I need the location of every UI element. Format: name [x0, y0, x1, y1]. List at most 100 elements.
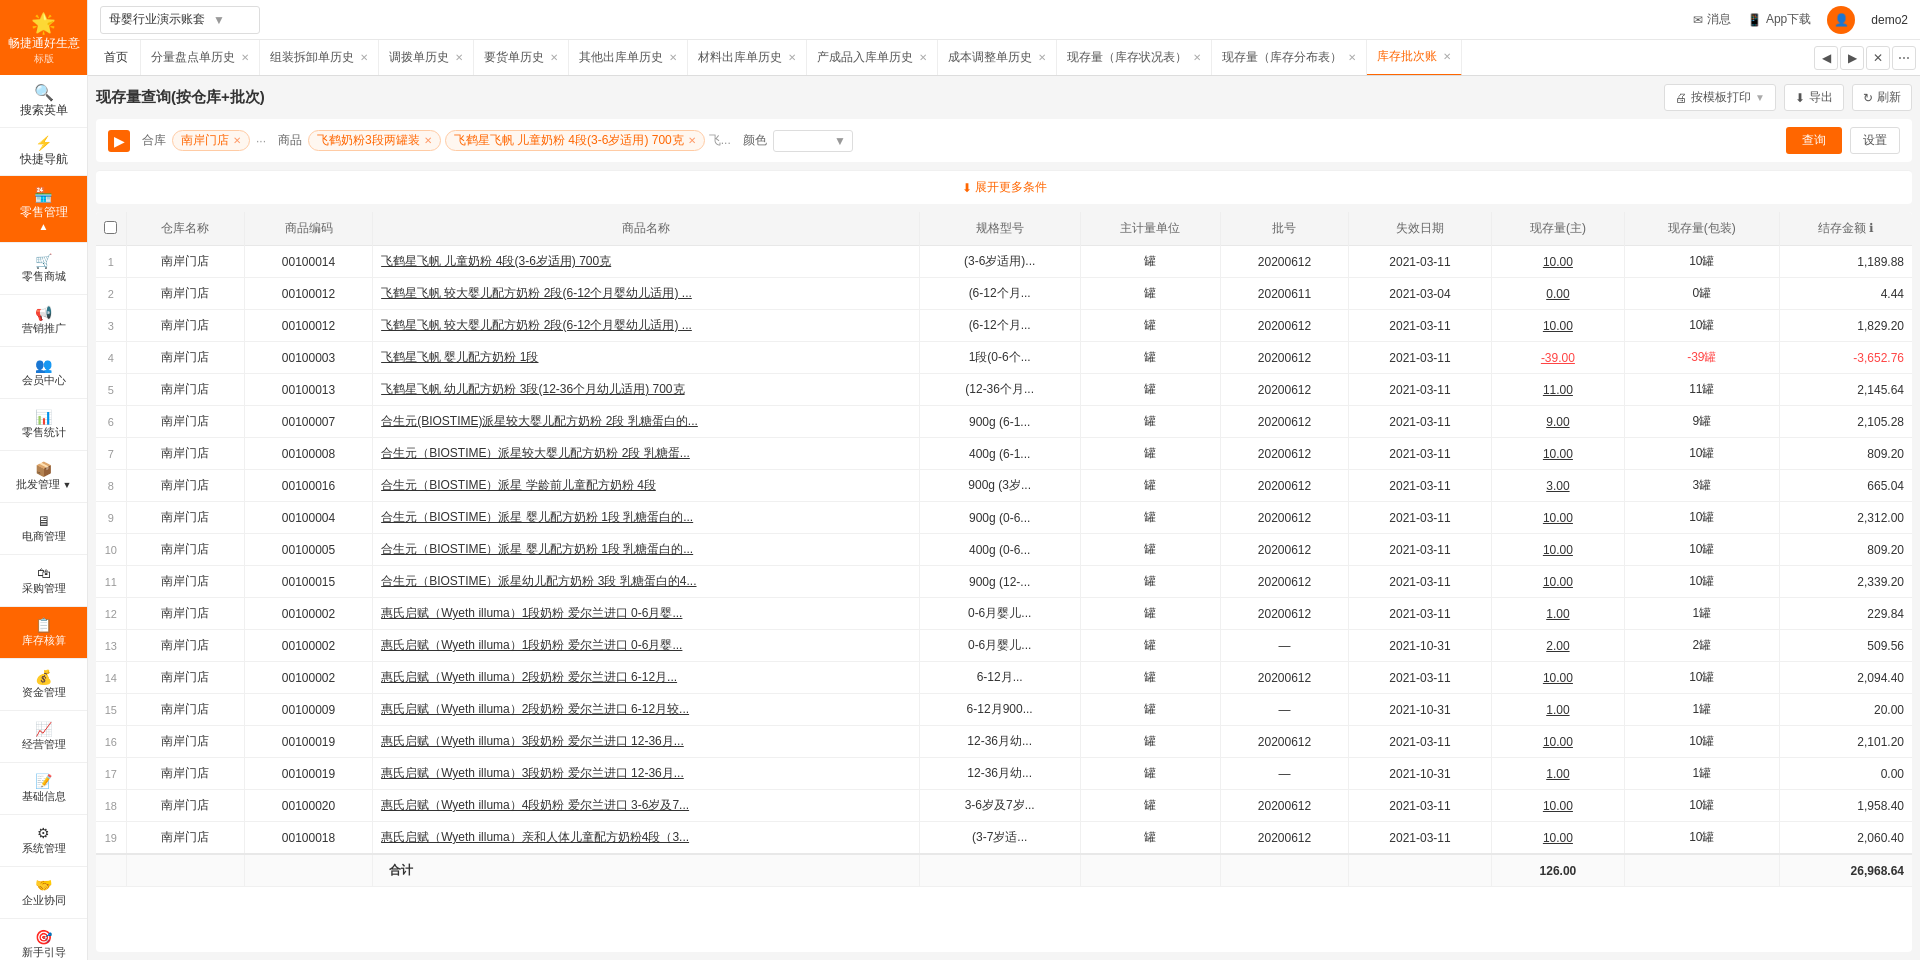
sidebar-item-inventory[interactable]: 📋库存核算: [0, 607, 87, 659]
tab-chengben[interactable]: 成本调整单历史 ✕: [938, 40, 1057, 76]
sidebar-item-basic[interactable]: 📝基础信息: [0, 763, 87, 815]
tab-close-fenpan[interactable]: ✕: [241, 52, 249, 63]
tab-close-chengben[interactable]: ✕: [1038, 52, 1046, 63]
td-qty-main[interactable]: 2.00: [1491, 630, 1624, 662]
tab-home[interactable]: 首页: [92, 40, 141, 76]
product-tag-1[interactable]: 飞鹤星飞帆 儿童奶粉 4段(3-6岁适用) 700克 ✕: [445, 130, 705, 151]
tab-close-xianzai1[interactable]: ✕: [1193, 52, 1201, 63]
th-checkbox[interactable]: [96, 212, 126, 246]
tab-close-cailiao[interactable]: ✕: [788, 52, 796, 63]
sidebar-item-search[interactable]: 🔍 搜索英单: [0, 75, 87, 128]
td-qty-main[interactable]: 10.00: [1491, 246, 1624, 278]
warehouse-more-icon[interactable]: ···: [256, 134, 266, 148]
tab-close-picci[interactable]: ✕: [1443, 51, 1451, 62]
td-name[interactable]: 惠氏启赋（Wyeth illuma）1段奶粉 爱尔兰进口 0-6月婴...: [373, 598, 920, 630]
td-qty-main[interactable]: -39.00: [1491, 342, 1624, 374]
sidebar-item-finance[interactable]: 💰资金管理: [0, 659, 87, 711]
tab-close-xianzai2[interactable]: ✕: [1348, 52, 1356, 63]
td-qty-main[interactable]: 10.00: [1491, 566, 1624, 598]
td-qty-main[interactable]: 1.00: [1491, 694, 1624, 726]
warehouse-tag-close-icon[interactable]: ✕: [233, 135, 241, 146]
expand-more-btn[interactable]: ⬇ 展开更多条件: [954, 175, 1055, 200]
td-name[interactable]: 惠氏启赋（Wyeth illuma）1段奶粉 爱尔兰进口 0-6月婴...: [373, 630, 920, 662]
sidebar-item-corp[interactable]: 🤝企业协同: [0, 867, 87, 919]
td-qty-main[interactable]: 10.00: [1491, 438, 1624, 470]
table-wrapper[interactable]: 仓库名称 商品编码 商品名称 规格型号 主计量单位 批号 失效日期 现存量(主)…: [96, 212, 1912, 952]
setting-btn[interactable]: 设置: [1850, 127, 1900, 154]
sidebar-item-retail-stat[interactable]: 📊零售统计: [0, 399, 87, 451]
tab-fenpan[interactable]: 分量盘点单历史 ✕: [141, 40, 260, 76]
td-qty-main[interactable]: 10.00: [1491, 534, 1624, 566]
sidebar-item-retail[interactable]: 🏪 零售管理 ▲: [0, 176, 87, 243]
tab-close-diaopao[interactable]: ✕: [455, 52, 463, 63]
td-qty-main[interactable]: 1.00: [1491, 598, 1624, 630]
sidebar-item-ecom[interactable]: 🖥电商管理: [0, 503, 87, 555]
user-avatar[interactable]: 👤: [1827, 6, 1855, 34]
tab-menu-btn[interactable]: ⋯: [1892, 46, 1916, 70]
sidebar-item-sys[interactable]: ⚙系统管理: [0, 815, 87, 867]
td-name[interactable]: 飞鹤星飞帆 较大婴儿配方奶粉 2段(6-12个月婴幼儿适用) ...: [373, 278, 920, 310]
sidebar-item-ops[interactable]: 📈经营管理: [0, 711, 87, 763]
message-btn[interactable]: ✉ 消息: [1693, 11, 1731, 28]
sidebar-item-marketing[interactable]: 📢营销推广: [0, 295, 87, 347]
td-name[interactable]: 合生元（BIOSTIME）派星幼儿配方奶粉 3段 乳糖蛋白的4...: [373, 566, 920, 598]
tab-next-btn[interactable]: ▶: [1840, 46, 1864, 70]
td-name[interactable]: 合生元（BIOSTIME）派星较大婴儿配方奶粉 2段 乳糖蛋...: [373, 438, 920, 470]
td-qty-main[interactable]: 3.00: [1491, 470, 1624, 502]
td-name[interactable]: 飞鹤星飞帆 幼儿配方奶粉 3段(12-36个月幼儿适用) 700克: [373, 374, 920, 406]
color-filter-select[interactable]: ▼: [773, 130, 853, 152]
account-dropdown[interactable]: 母婴行业演示账套 ▼: [100, 6, 260, 34]
sidebar-item-quick[interactable]: ⚡ 快捷导航: [0, 128, 87, 176]
tab-close-all-btn[interactable]: ✕: [1866, 46, 1890, 70]
sidebar-item-member[interactable]: 👥会员中心: [0, 347, 87, 399]
td-name[interactable]: 飞鹤星飞帆 儿童奶粉 4段(3-6岁适用) 700克: [373, 246, 920, 278]
tab-yaohuo[interactable]: 要货单历史 ✕: [474, 40, 569, 76]
print-btn[interactable]: 🖨 按模板打印 ▼: [1664, 84, 1776, 111]
td-qty-main[interactable]: 0.00: [1491, 278, 1624, 310]
td-qty-main[interactable]: 10.00: [1491, 502, 1624, 534]
product-tag-1-close-icon[interactable]: ✕: [688, 135, 696, 146]
tab-close-chanpin[interactable]: ✕: [919, 52, 927, 63]
td-qty-main[interactable]: 10.00: [1491, 662, 1624, 694]
export-btn[interactable]: ⬇ 导出: [1784, 84, 1844, 111]
sidebar-item-retail-shop[interactable]: 🛒零售商城: [0, 243, 87, 295]
td-name[interactable]: 飞鹤星飞帆 婴儿配方奶粉 1段: [373, 342, 920, 374]
tab-xianzai2[interactable]: 现存量（库存分布表） ✕: [1212, 40, 1367, 76]
tab-qita[interactable]: 其他出库单历史 ✕: [569, 40, 688, 76]
product-tag-0-close-icon[interactable]: ✕: [424, 135, 432, 146]
td-name[interactable]: 合生元（BIOSTIME）派星 婴儿配方奶粉 1段 乳糖蛋白的...: [373, 534, 920, 566]
warehouse-tag[interactable]: 南岸门店 ✕: [172, 130, 250, 151]
td-qty-main[interactable]: 10.00: [1491, 726, 1624, 758]
td-name[interactable]: 惠氏启赋（Wyeth illuma）亲和人体儿童配方奶粉4段（3...: [373, 822, 920, 855]
product-more[interactable]: 飞...: [709, 132, 731, 149]
filter-expand-icon-btn[interactable]: ▶: [108, 130, 130, 152]
tab-close-zuchaihe[interactable]: ✕: [360, 52, 368, 63]
td-name[interactable]: 惠氏启赋（Wyeth illuma）2段奶粉 爱尔兰进口 6-12月...: [373, 662, 920, 694]
sidebar-item-purchase[interactable]: 🛍采购管理: [0, 555, 87, 607]
refresh-btn[interactable]: ↻ 刷新: [1852, 84, 1912, 111]
sidebar-item-batch[interactable]: 📦批发管理 ▼: [0, 451, 87, 503]
tab-prev-btn[interactable]: ◀: [1814, 46, 1838, 70]
tab-diaopao[interactable]: 调拨单历史 ✕: [379, 40, 474, 76]
td-name[interactable]: 合生元（BIOSTIME）派星 学龄前儿童配方奶粉 4段: [373, 470, 920, 502]
td-qty-main[interactable]: 9.00: [1491, 406, 1624, 438]
tab-cailiao[interactable]: 材料出库单历史 ✕: [688, 40, 807, 76]
td-qty-main[interactable]: 11.00: [1491, 374, 1624, 406]
td-qty-main[interactable]: 10.00: [1491, 822, 1624, 855]
td-name[interactable]: 合生元（BIOSTIME）派星 婴儿配方奶粉 1段 乳糖蛋白的...: [373, 502, 920, 534]
tab-xianzai1[interactable]: 现存量（库存状况表） ✕: [1057, 40, 1212, 76]
tab-chanpin[interactable]: 产成品入库单历史 ✕: [807, 40, 938, 76]
td-qty-main[interactable]: 10.00: [1491, 790, 1624, 822]
td-name[interactable]: 惠氏启赋（Wyeth illuma）3段奶粉 爱尔兰进口 12-36月...: [373, 758, 920, 790]
sidebar-item-guide[interactable]: 🎯新手引导: [0, 919, 87, 960]
tab-close-yaohuo[interactable]: ✕: [550, 52, 558, 63]
search-btn[interactable]: 查询: [1786, 127, 1842, 154]
select-all-checkbox[interactable]: [104, 221, 117, 234]
product-tag-0[interactable]: 飞鹤奶粉3段两罐装 ✕: [308, 130, 441, 151]
tab-zuchaihe[interactable]: 组装拆卸单历史 ✕: [260, 40, 379, 76]
sidebar-logo[interactable]: 🌟 畅捷通好生意 标版: [0, 0, 87, 75]
tab-picci[interactable]: 库存批次账 ✕: [1367, 40, 1462, 76]
td-qty-main[interactable]: 1.00: [1491, 758, 1624, 790]
td-name[interactable]: 惠氏启赋（Wyeth illuma）4段奶粉 爱尔兰进口 3-6岁及7...: [373, 790, 920, 822]
app-download-btn[interactable]: 📱 App下载: [1747, 11, 1811, 28]
